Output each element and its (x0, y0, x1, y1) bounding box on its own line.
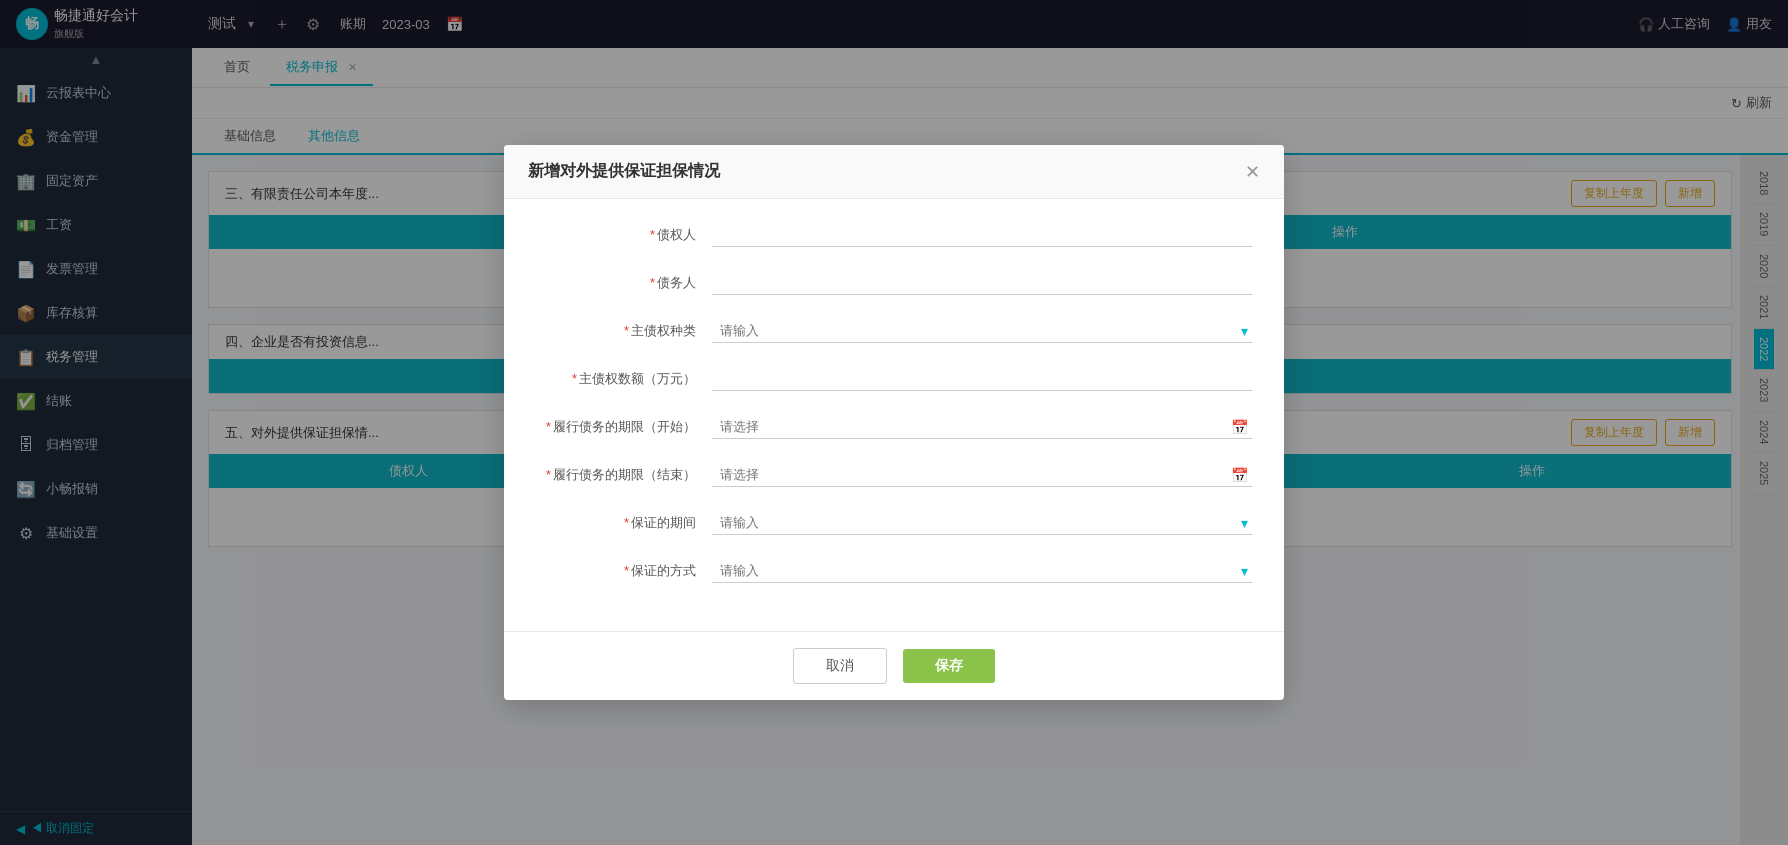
dialog-overlay: 新增对外提供保证担保情况 ✕ *债权人 *债务人 *主债权种类 (0, 0, 1788, 845)
cancel-button[interactable]: 取消 (793, 648, 887, 684)
form-row-claim-type: *主债权种类 ▾ (536, 319, 1252, 343)
guarantee-method-chevron-icon[interactable]: ▾ (1241, 563, 1252, 579)
claim-amount-label: *主债权数额（万元） (536, 370, 696, 388)
dialog-header: 新增对外提供保证担保情况 ✕ (504, 145, 1284, 199)
form-row-period-start: *履行债务的期限（开始） 📅 (536, 415, 1252, 439)
guarantee-period-label: *保证的期间 (536, 514, 696, 532)
period-start-label: *履行债务的期限（开始） (536, 418, 696, 436)
claim-type-label: *主债权种类 (536, 322, 696, 340)
creditor-input[interactable] (712, 223, 1252, 247)
debtor-label: *债务人 (536, 274, 696, 292)
form-row-creditor: *债权人 (536, 223, 1252, 247)
form-row-claim-amount: *主债权数额（万元） (536, 367, 1252, 391)
claim-type-input[interactable] (712, 319, 1241, 342)
guarantee-method-label: *保证的方式 (536, 562, 696, 580)
dialog-body: *债权人 *债务人 *主债权种类 ▾ (504, 199, 1284, 631)
guarantee-method-select-wrapper: ▾ (712, 559, 1252, 583)
debtor-input[interactable] (712, 271, 1252, 295)
period-end-date-wrapper: 📅 (712, 463, 1252, 487)
dialog-close-button[interactable]: ✕ (1245, 163, 1260, 181)
period-end-calendar-icon[interactable]: 📅 (1231, 467, 1252, 483)
guarantee-period-select-wrapper: ▾ (712, 511, 1252, 535)
dialog: 新增对外提供保证担保情况 ✕ *债权人 *债务人 *主债权种类 (504, 145, 1284, 700)
dialog-footer: 取消 保存 (504, 631, 1284, 700)
period-end-input[interactable] (712, 463, 1231, 486)
form-row-guarantee-method: *保证的方式 ▾ (536, 559, 1252, 583)
claim-amount-input[interactable] (712, 367, 1252, 391)
form-row-guarantee-period: *保证的期间 ▾ (536, 511, 1252, 535)
period-start-date-wrapper: 📅 (712, 415, 1252, 439)
creditor-label: *债权人 (536, 226, 696, 244)
guarantee-method-input[interactable] (712, 559, 1241, 582)
period-start-input[interactable] (712, 415, 1231, 438)
claim-type-select-wrapper: ▾ (712, 319, 1252, 343)
period-end-label: *履行债务的期限（结束） (536, 466, 696, 484)
guarantee-period-chevron-icon[interactable]: ▾ (1241, 515, 1252, 531)
save-button[interactable]: 保存 (903, 649, 995, 683)
dialog-title: 新增对外提供保证担保情况 (528, 161, 720, 182)
guarantee-period-input[interactable] (712, 511, 1241, 534)
period-start-calendar-icon[interactable]: 📅 (1231, 419, 1252, 435)
form-row-period-end: *履行债务的期限（结束） 📅 (536, 463, 1252, 487)
form-row-debtor: *债务人 (536, 271, 1252, 295)
claim-type-chevron-icon[interactable]: ▾ (1241, 323, 1252, 339)
